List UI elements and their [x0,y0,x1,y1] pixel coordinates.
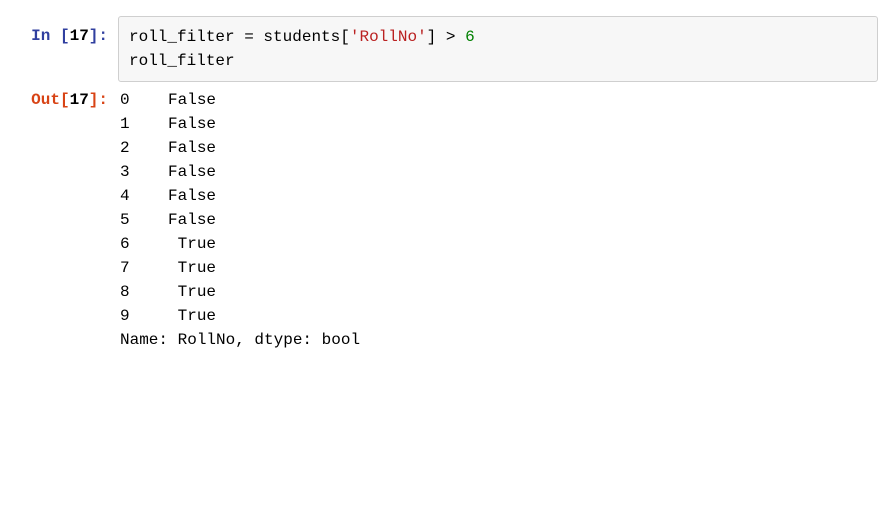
code-token: = [244,28,254,46]
output-prompt-label: Out [31,91,60,109]
input-cell: In [17]: roll_filter = students['RollNo'… [0,16,878,82]
code-token: [ [340,28,350,46]
output-cell: Out[17]: 0 False 1 False 2 False 3 False… [0,86,878,354]
code-token: roll_filter [129,52,235,70]
input-prompt: In [17]: [0,16,118,48]
code-token [456,28,466,46]
code-token: students [254,28,340,46]
code-token: roll_filter [129,28,244,46]
code-token: > [446,28,456,46]
input-prompt-close-bracket: ]: [89,27,108,45]
code-token-number: 6 [465,28,475,46]
input-prompt-number: 17 [70,27,89,45]
input-prompt-label: In [31,27,60,45]
output-prompt-number: 17 [70,91,89,109]
output-text-area: 0 False 1 False 2 False 3 False 4 False … [118,86,878,354]
output-prompt: Out[17]: [0,86,118,112]
output-prompt-close-bracket: ]: [89,91,108,109]
output-prompt-open-bracket: [ [60,91,70,109]
code-input-area[interactable]: roll_filter = students['RollNo'] > 6 rol… [118,16,878,82]
input-prompt-open-bracket: [ [60,27,70,45]
code-token [436,28,446,46]
code-token: ] [427,28,437,46]
code-token-string: 'RollNo' [350,28,427,46]
